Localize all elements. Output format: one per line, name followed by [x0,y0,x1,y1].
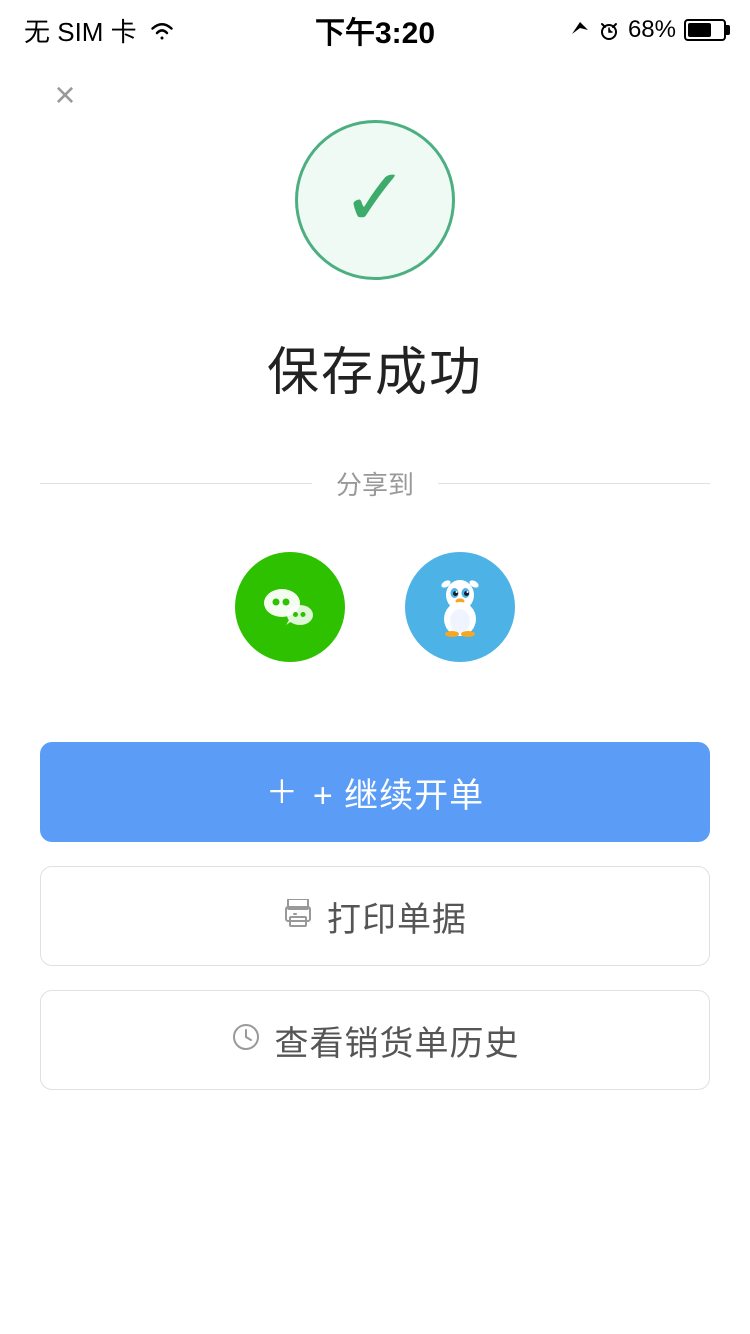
history-button[interactable]: 查看销货单历史 [40,990,710,1090]
share-icons [235,552,515,662]
status-time: 下午3:20 [315,8,435,52]
success-circle: ✓ [295,120,455,280]
close-button[interactable]: × [40,70,90,120]
share-divider: 分享到 [0,465,750,502]
wifi-icon [147,18,177,42]
print-label: 打印单据 [327,892,467,941]
status-right: 68% [570,16,726,44]
share-label: 分享到 [312,465,438,502]
continue-order-button[interactable]: ＋ + 继续开单 [40,742,710,842]
clock-icon [231,1022,261,1058]
divider-line-right [438,483,710,484]
close-icon: × [54,77,75,113]
history-label: 查看销货单历史 [275,1016,520,1065]
alarm-icon [598,19,620,41]
qq-icon [431,575,489,640]
battery-icon [684,19,726,41]
print-icon [283,899,313,933]
divider-line-left [40,483,312,484]
main-content: ✓ 保存成功 分享到 [0,60,750,1090]
success-title: 保存成功 [267,330,483,405]
no-sim-text: 无 SIM 卡 [24,12,137,49]
status-left: 无 SIM 卡 [24,12,177,49]
wechat-icon [258,575,323,640]
checkmark-icon: ✓ [341,158,408,238]
qq-share-button[interactable] [405,552,515,662]
plus-icon: ＋ [266,776,299,808]
battery-percent: 68% [628,16,676,44]
action-buttons: ＋ + 继续开单 打印单据 查看销货单历 [0,742,750,1090]
location-icon [570,20,590,40]
continue-order-label: + 继续开单 [313,768,484,817]
print-button[interactable]: 打印单据 [40,866,710,966]
status-bar: 无 SIM 卡 下午3:20 68% [0,0,750,60]
wechat-share-button[interactable] [235,552,345,662]
